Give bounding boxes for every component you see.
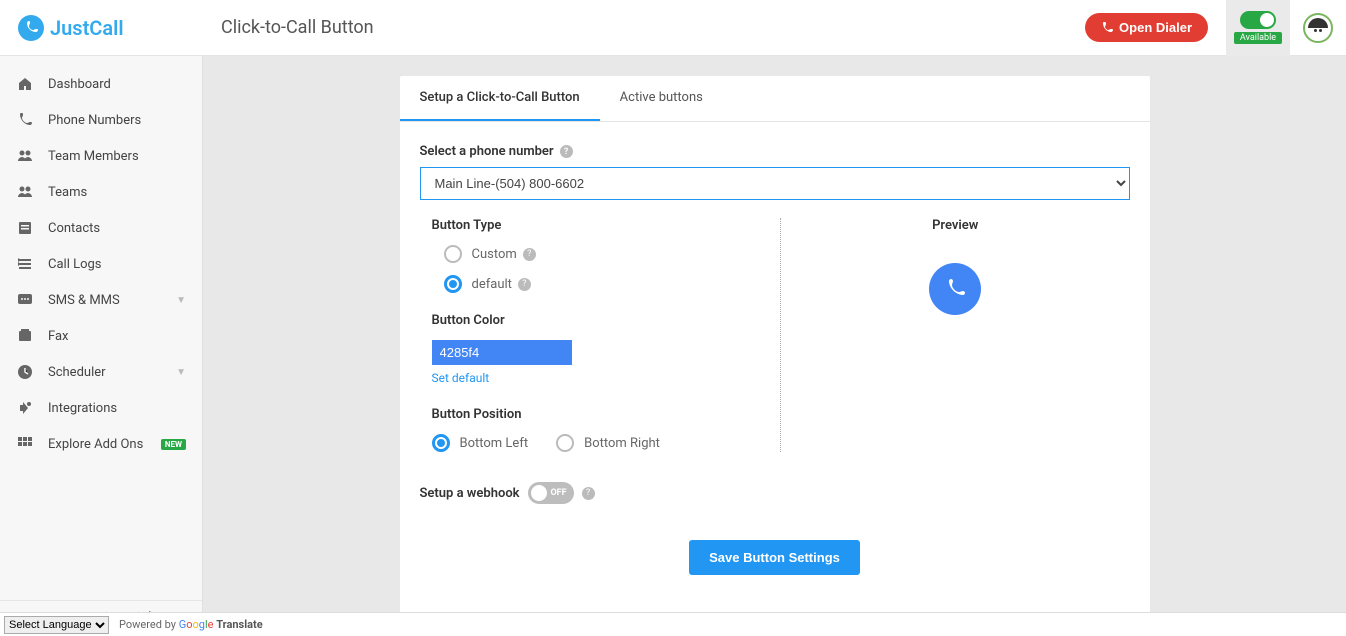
fax-icon xyxy=(16,327,34,345)
settings-card: Setup a Click-to-Call Button Active butt… xyxy=(400,76,1150,636)
webhook-toggle[interactable]: OFF xyxy=(528,482,574,504)
brand-name: JustCall xyxy=(50,16,124,40)
help-icon[interactable]: ? xyxy=(518,278,531,291)
sidebar-item-sms-mms[interactable]: SMS & MMS▼ xyxy=(0,282,202,318)
radio-custom[interactable] xyxy=(444,245,462,263)
people-icon xyxy=(16,147,34,165)
help-icon[interactable]: ? xyxy=(523,248,536,261)
clock-icon xyxy=(16,363,34,381)
radio-bottom-right[interactable] xyxy=(556,434,574,452)
sidebar-item-team-members[interactable]: Team Members xyxy=(0,138,202,174)
set-default-link[interactable]: Set default xyxy=(432,371,781,385)
open-dialer-button[interactable]: Open Dialer xyxy=(1085,13,1208,42)
availability-toggle[interactable] xyxy=(1240,11,1276,29)
radio-bottom-left[interactable] xyxy=(432,434,450,452)
button-position-label: Button Position xyxy=(432,407,781,422)
sidebar-item-fax[interactable]: Fax xyxy=(0,318,202,354)
select-number-label: Select a phone number ? xyxy=(420,144,1130,159)
sms-icon xyxy=(16,291,34,309)
preview-label: Preview xyxy=(932,218,978,233)
page-title: Click-to-Call Button xyxy=(203,17,374,38)
grid-icon xyxy=(16,435,34,453)
google-logo: Google xyxy=(179,618,214,631)
phone-icon xyxy=(1101,22,1113,34)
help-icon[interactable]: ? xyxy=(582,487,595,500)
contacts-icon xyxy=(16,219,34,237)
sidebar-item-phone-numbers[interactable]: Phone Numbers xyxy=(0,102,202,138)
webhook-label: Setup a webhook xyxy=(420,486,520,501)
tab-active-buttons[interactable]: Active buttons xyxy=(600,76,723,121)
phone-icon xyxy=(16,111,34,129)
button-color-input[interactable] xyxy=(432,340,572,365)
language-select[interactable]: Select Language xyxy=(4,616,109,634)
sidebar-item-integrations[interactable]: Integrations xyxy=(0,390,202,426)
sidebar-item-call-logs[interactable]: Call Logs xyxy=(0,246,202,282)
sidebar-item-contacts[interactable]: Contacts xyxy=(0,210,202,246)
sidebar-item-dashboard[interactable]: Dashboard xyxy=(0,66,202,102)
chevron-down-icon: ▼ xyxy=(176,367,186,378)
sidebar-item-addons[interactable]: Explore Add OnsNEW xyxy=(0,426,202,462)
sidebar: Dashboard Phone Numbers Team Members Tea… xyxy=(0,56,203,636)
phone-number-select[interactable]: Main Line-(504) 800-6602 xyxy=(420,167,1130,200)
new-badge: NEW xyxy=(161,439,186,450)
radio-default[interactable] xyxy=(444,275,462,293)
chevron-down-icon: ▼ xyxy=(176,295,186,306)
button-type-label: Button Type xyxy=(432,218,781,233)
teams-icon xyxy=(16,183,34,201)
tab-setup[interactable]: Setup a Click-to-Call Button xyxy=(400,76,600,121)
sidebar-item-teams[interactable]: Teams xyxy=(0,174,202,210)
user-avatar[interactable] xyxy=(1290,0,1346,56)
phone-icon xyxy=(944,278,966,300)
help-icon[interactable]: ? xyxy=(560,145,573,158)
bottom-bar: Select Language Powered by Google Transl… xyxy=(0,612,1346,636)
call-logs-icon xyxy=(16,255,34,273)
preview-button xyxy=(929,263,981,315)
save-button[interactable]: Save Button Settings xyxy=(689,540,860,575)
home-icon xyxy=(16,75,34,93)
button-color-label: Button Color xyxy=(432,313,781,328)
sidebar-item-scheduler[interactable]: Scheduler▼ xyxy=(0,354,202,390)
availability-toggle-container: Available xyxy=(1226,0,1290,56)
brand-logo[interactable]: JustCall xyxy=(0,15,203,41)
integrations-icon xyxy=(16,399,34,417)
phone-logo-icon xyxy=(18,15,44,41)
availability-badge: Available xyxy=(1234,32,1282,44)
